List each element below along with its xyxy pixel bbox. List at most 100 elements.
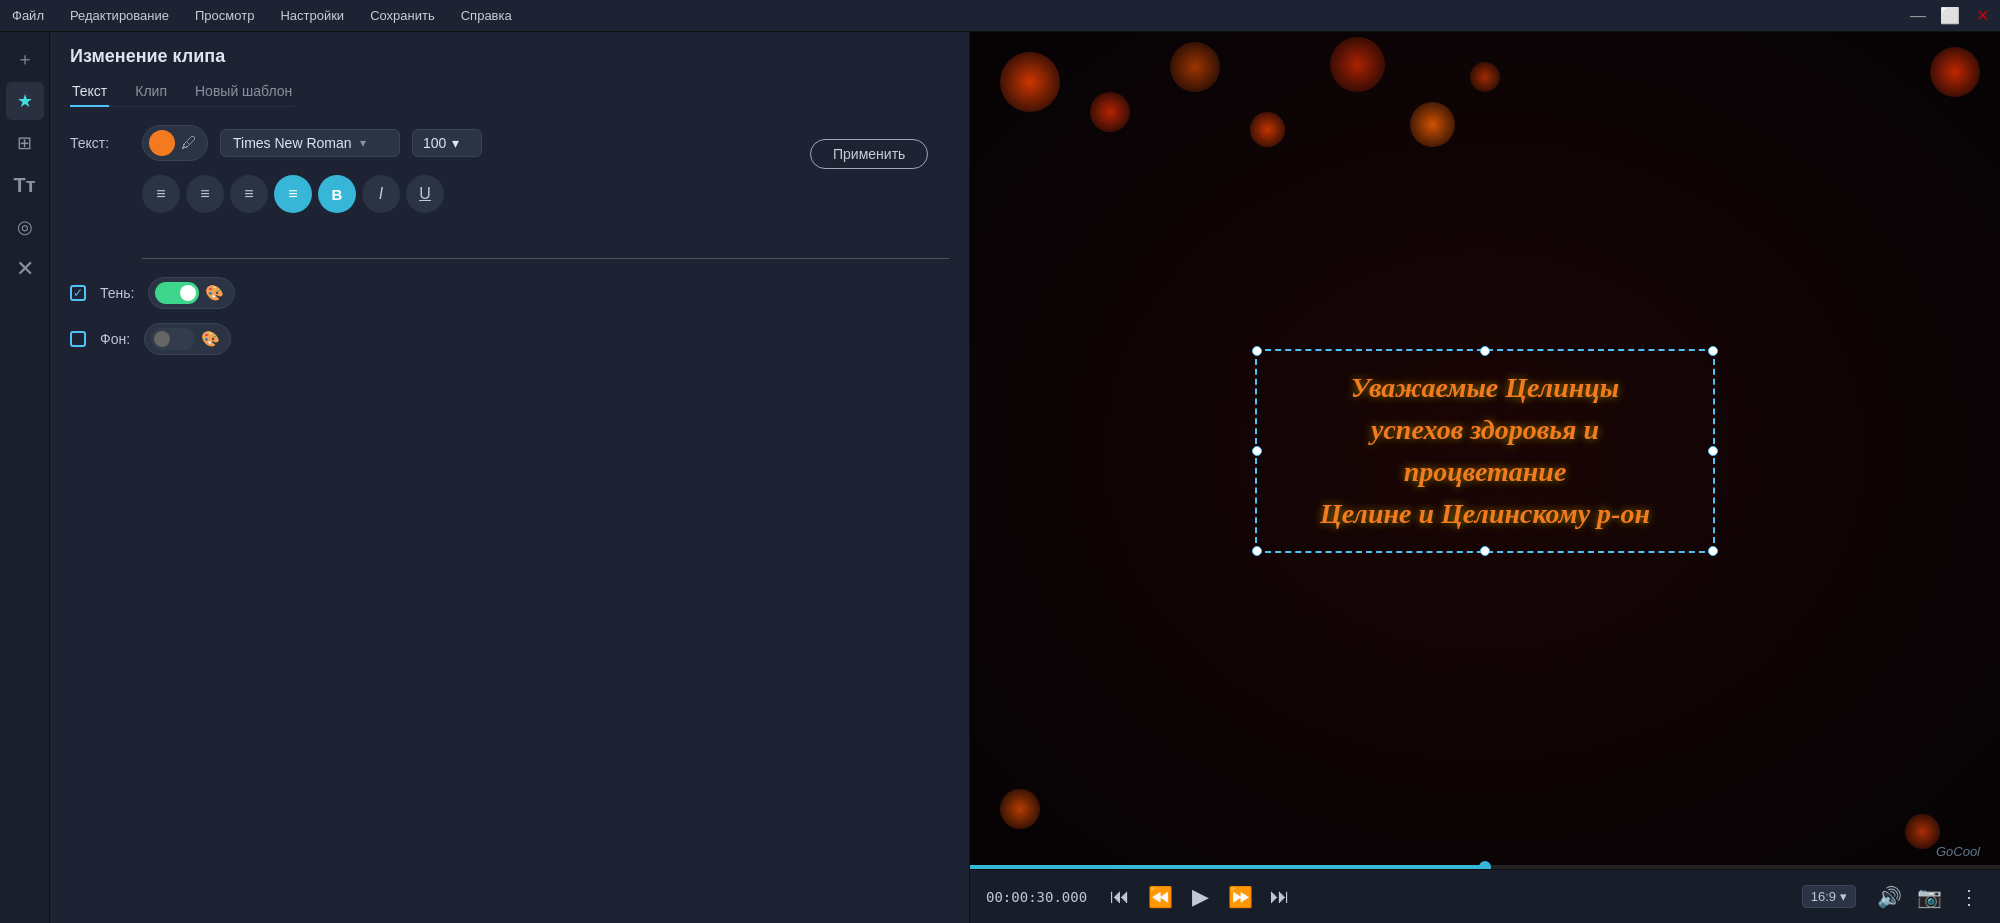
preview-progress-thumb[interactable]: [1479, 861, 1491, 869]
bokeh-light: [1470, 62, 1500, 92]
background-row: Фон: 🎨: [70, 323, 949, 355]
skip-back-button[interactable]: ⏮: [1105, 882, 1135, 912]
menu-view[interactable]: Просмотр: [191, 6, 258, 25]
font-name: Times New Roman: [233, 135, 352, 151]
shadow-label: Тень:: [100, 285, 134, 301]
shadow-toggle-switch[interactable]: [155, 282, 199, 304]
bokeh-light: [1905, 814, 1940, 849]
tab-new-template[interactable]: Новый шаблон: [193, 77, 294, 107]
font-size-value: 100: [423, 135, 446, 151]
play-button[interactable]: ▶: [1185, 882, 1215, 912]
editor-panel: Изменение клипа Текст Клип Новый шаблон …: [50, 32, 970, 923]
resize-handle-bl[interactable]: [1252, 546, 1262, 556]
background-label: Фон:: [100, 331, 130, 347]
window-controls: — ⬜ ✕: [1908, 6, 1992, 25]
prev-frame-button[interactable]: ⏪: [1145, 882, 1175, 912]
sidebar-tools-button[interactable]: ✕: [6, 250, 44, 288]
resize-handle-tr[interactable]: [1708, 346, 1718, 356]
left-sidebar: ＋ ★ ⊞ Тт ◎ ✕: [0, 32, 50, 923]
shadow-row: Тень: 🎨: [70, 277, 949, 309]
volume-button[interactable]: 🔊: [1874, 882, 1904, 912]
align-left-button[interactable]: ≡: [142, 175, 180, 213]
bold-button[interactable]: B: [318, 175, 356, 213]
menu-file[interactable]: Файл: [8, 6, 48, 25]
titlebar: Файл Редактирование Просмотр Настройки С…: [0, 0, 2000, 32]
resize-handle-br[interactable]: [1708, 546, 1718, 556]
preview-video: Уважаемые Целинцы успехов здоровья и про…: [970, 32, 2000, 869]
text-line-4: Целине и Целинскому р-он: [1281, 493, 1689, 535]
shadow-paint-icon: 🎨: [205, 284, 224, 302]
menu-bar: Файл Редактирование Просмотр Настройки С…: [8, 6, 1908, 25]
preview-controls: 00:00:30.000 ⏮ ⏪ ▶ ⏩ ⏭ 16:9 ▾ 🔊 📷 ⋮: [970, 869, 2000, 923]
font-size-selector[interactable]: 100 ▾: [412, 129, 482, 157]
resize-handle-ml[interactable]: [1252, 446, 1262, 456]
screenshot-button[interactable]: 📷: [1914, 882, 1944, 912]
shadow-toggle-pill[interactable]: 🎨: [148, 277, 235, 309]
eyedropper-icon: 🖊: [181, 134, 197, 152]
close-button[interactable]: ✕: [1972, 6, 1992, 25]
bokeh-light: [1330, 37, 1385, 92]
bokeh-light: [1410, 102, 1455, 147]
apply-button[interactable]: Применить: [810, 139, 928, 169]
background-checkbox[interactable]: [70, 331, 86, 347]
bokeh-light: [1250, 112, 1285, 147]
more-options-button[interactable]: ⋮: [1954, 882, 1984, 912]
watermark: GoCool: [1936, 844, 1980, 859]
background-toggle-pill[interactable]: 🎨: [144, 323, 231, 355]
ratio-label: 16:9: [1811, 889, 1836, 904]
aspect-ratio-selector[interactable]: 16:9 ▾: [1802, 885, 1856, 908]
video-background: Уважаемые Целинцы успехов здоровья и про…: [970, 32, 2000, 869]
align-center-button[interactable]: ≡: [186, 175, 224, 213]
shadow-checkbox[interactable]: [70, 285, 86, 301]
main-layout: ＋ ★ ⊞ Тт ◎ ✕ Изменение клипа Текст Клип …: [0, 32, 2000, 923]
resize-handle-mr[interactable]: [1708, 446, 1718, 456]
align-right-button[interactable]: ≡: [230, 175, 268, 213]
minimize-button[interactable]: —: [1908, 7, 1928, 25]
background-toggle-switch[interactable]: [151, 328, 195, 350]
next-frame-button[interactable]: ⏩: [1225, 882, 1255, 912]
maximize-button[interactable]: ⬜: [1940, 6, 1960, 25]
sidebar-circle-button[interactable]: ◎: [6, 208, 44, 246]
text-overlay[interactable]: Уважаемые Целинцы успехов здоровья и про…: [1255, 349, 1715, 553]
resize-handle-tl[interactable]: [1252, 346, 1262, 356]
menu-save[interactable]: Сохранить: [366, 6, 439, 25]
italic-button[interactable]: I: [362, 175, 400, 213]
bokeh-light: [1930, 47, 1980, 97]
preview-progress-fill: [970, 865, 1485, 869]
align-justify-button[interactable]: ≡: [274, 175, 312, 213]
text-color-swatch: [149, 130, 175, 156]
sidebar-text-button[interactable]: Тт: [6, 166, 44, 204]
background-paint-icon: 🎨: [201, 330, 220, 348]
editor-tabs: Текст Клип Новый шаблон: [70, 77, 294, 107]
time-display: 00:00:30.000: [986, 889, 1087, 905]
sidebar-add-button[interactable]: ＋: [6, 40, 44, 78]
skip-forward-button[interactable]: ⏭: [1265, 882, 1295, 912]
overlay-text: Уважаемые Целинцы успехов здоровья и про…: [1281, 367, 1689, 535]
tab-clip[interactable]: Клип: [133, 77, 169, 107]
text-input-area[interactable]: [142, 229, 949, 259]
format-buttons: ≡ ≡ ≡ ≡ B I U: [142, 175, 949, 213]
menu-settings[interactable]: Настройки: [276, 6, 348, 25]
menu-edit[interactable]: Редактирование: [66, 6, 173, 25]
text-label: Текст:: [70, 135, 130, 151]
text-line-3: процветание: [1281, 451, 1689, 493]
text-color-picker[interactable]: 🖊: [142, 125, 208, 161]
font-size-arrow: ▾: [452, 135, 459, 151]
sidebar-pin-button[interactable]: ★: [6, 82, 44, 120]
tab-text[interactable]: Текст: [70, 77, 109, 107]
ratio-arrow: ▾: [1840, 889, 1847, 904]
underline-button[interactable]: U: [406, 175, 444, 213]
sidebar-grid-button[interactable]: ⊞: [6, 124, 44, 162]
font-selector[interactable]: Times New Roman ▾: [220, 129, 400, 157]
font-dropdown-arrow: ▾: [360, 136, 366, 150]
bokeh-light: [1000, 52, 1060, 112]
bokeh-light: [1000, 789, 1040, 829]
editor-header: Изменение клипа Текст Клип Новый шаблон …: [50, 32, 969, 107]
text-line-2: успехов здоровья и: [1281, 409, 1689, 451]
editor-content: Текст: 🖊 Times New Roman ▾ 100 ▾ ≡ ≡ ≡: [50, 107, 969, 923]
editor-title: Изменение клипа: [70, 46, 949, 67]
resize-handle-tm[interactable]: [1480, 346, 1490, 356]
preview-progress-bar[interactable]: [970, 865, 2000, 869]
menu-help[interactable]: Справка: [457, 6, 516, 25]
resize-handle-bm[interactable]: [1480, 546, 1490, 556]
